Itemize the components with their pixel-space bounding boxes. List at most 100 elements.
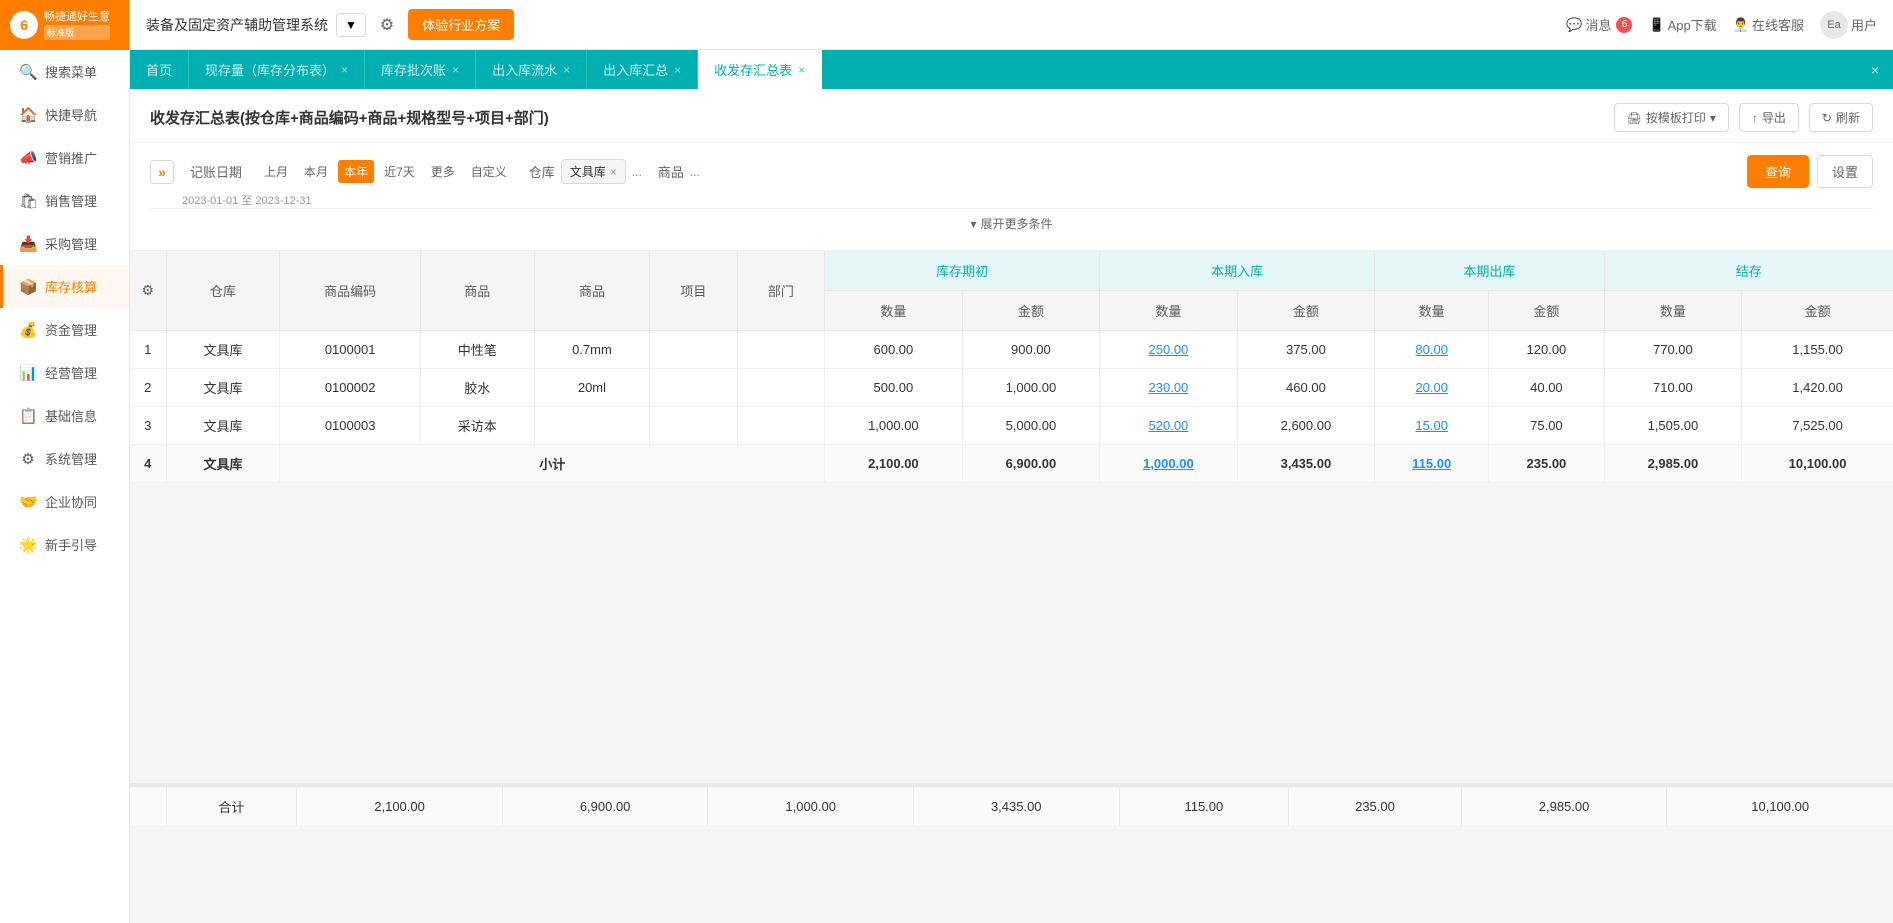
warehouse-tag-text: 文具库 [570,163,606,180]
total-label: 合计 [166,786,297,827]
cell-project [650,407,737,445]
sidebar-item-operations[interactable]: 📊 经营管理 [0,351,129,394]
quick-nav-icon: 🏠 [19,106,37,124]
cell-goods-code: 0100001 [280,331,420,369]
query-button[interactable]: 查询 [1747,155,1809,188]
cell-closing-amt: 7,525.00 [1742,407,1893,445]
tab-close-icon[interactable]: × [341,64,348,76]
date-btn-more[interactable]: 更多 [425,160,461,183]
date-btn-this-year[interactable]: 本年 [338,160,374,183]
refresh-button[interactable]: ↻ 刷新 [1809,103,1873,132]
date-btn-custom[interactable]: 自定义 [465,160,513,183]
experience-button[interactable]: 体验行业方案 [408,9,514,40]
tab-receive-send-summary[interactable]: 收发存汇总表 × [698,50,822,89]
system-selector[interactable]: ▼ [336,13,366,37]
cell-seq: 2 [130,369,166,407]
operations-icon: 📊 [19,364,37,382]
cell-closing-amt: 1,420.00 [1742,369,1893,407]
online-service-button[interactable]: 👨‍💼 在线客服 [1733,15,1804,34]
cell-warehouse: 文具库 [166,331,280,369]
print-button[interactable]: 🖨 按模板打印 ▾ [1614,103,1729,132]
cell-warehouse: 文具库 [166,407,280,445]
tab-home[interactable]: 首页 [130,50,189,89]
inventory-icon: 📦 [19,278,37,296]
messages-button[interactable]: 💬 消息 6 [1566,15,1632,34]
cell-in-qty[interactable]: 1,000.00 [1100,445,1238,483]
warehouse-tag: 文具库 × [561,159,626,184]
app-download-button[interactable]: 📱 App下载 [1648,15,1716,34]
tab-inout-summary[interactable]: 出入库汇总 × [587,50,698,89]
sidebar-item-guide[interactable]: 🌟 新手引导 [0,523,129,566]
marketing-icon: 📣 [19,149,37,167]
expand-conditions-button[interactable]: ▾ 展开更多条件 [150,208,1873,238]
sidebar-item-system[interactable]: ⚙ 系统管理 [0,437,129,480]
sidebar-item-basic-info[interactable]: 📋 基础信息 [0,394,129,437]
warehouse-more-button[interactable]: ... [632,165,642,179]
tab-inout-flow[interactable]: 出入库流水 × [476,50,587,89]
sidebar-item-sales[interactable]: 🛍 销售管理 [0,179,129,222]
table-row: 2 文具库 0100002 胶水 20ml 500.00 1,000.00 23… [130,369,1893,407]
finance-icon: 💰 [19,321,37,339]
total-opening-amt: 6,900.00 [502,786,708,827]
table-settings-icon[interactable]: ⚙ [141,282,154,299]
export-button[interactable]: ↑ 导出 [1739,103,1799,132]
th-out-amt: 金额 [1489,291,1604,331]
cell-project [650,369,737,407]
cell-in-amt: 460.00 [1237,369,1375,407]
total-closing-amt: 10,100.00 [1667,786,1893,827]
sidebar-item-inventory[interactable]: 📦 库存核算 [0,265,129,308]
data-table: ⚙ 仓库 商品编码 商品 商品 项目 部门 库存期初 本期入库 [130,251,1893,483]
user-button[interactable]: Ea 用户 [1820,11,1877,39]
th-goods-spec: 商品 [534,251,649,331]
th-goods-name: 商品 [420,251,534,331]
cell-in-qty[interactable]: 230.00 [1100,369,1238,407]
cell-in-qty[interactable]: 250.00 [1100,331,1238,369]
sidebar-item-label: 采购管理 [45,234,97,253]
cell-closing-qty: 710.00 [1604,369,1742,407]
cell-out-qty[interactable]: 80.00 [1375,331,1489,369]
sidebar-item-finance[interactable]: 💰 资金管理 [0,308,129,351]
th-in-amt: 金额 [1237,291,1375,331]
tab-label: 收发存汇总表 [714,60,792,79]
cell-closing-qty: 2,985.00 [1604,445,1742,483]
chevron-down-icon: ▾ [1710,111,1716,125]
cell-opening-qty: 600.00 [825,331,963,369]
page-header: 收发存汇总表(按仓库+商品编码+商品+规格型号+项目+部门) 🖨 按模板打印 ▾… [130,89,1893,143]
page-content: 收发存汇总表(按仓库+商品编码+商品+规格型号+项目+部门) 🖨 按模板打印 ▾… [130,89,1893,923]
warehouse-tag-close[interactable]: × [610,165,617,179]
total-out-qty: 115.00 [1119,786,1289,827]
tab-batch-account[interactable]: 库存批次账 × [365,50,476,89]
tab-inventory-distribution[interactable]: 现存量（库存分布表） × [189,50,365,89]
sidebar-item-purchase[interactable]: 📥 采购管理 [0,222,129,265]
filter-toggle-button[interactable]: » [150,160,174,184]
sidebar-item-quick-nav[interactable]: 🏠 快捷导航 [0,93,129,136]
purchase-icon: 📥 [19,235,37,253]
tab-close-icon[interactable]: × [798,64,805,76]
sidebar-item-marketing[interactable]: 📣 营销推广 [0,136,129,179]
total-closing-qty: 2,985.00 [1461,786,1667,827]
tab-bar-close-button[interactable]: × [1857,52,1893,88]
th-out-group: 本期出库 [1375,251,1604,291]
date-btn-7days[interactable]: 近7天 [378,160,421,183]
tab-close-icon[interactable]: × [452,64,459,76]
messages-badge: 6 [1616,17,1632,33]
basic-info-icon: 📋 [19,407,37,425]
goods-more-button[interactable]: ... [690,165,700,179]
settings-button[interactable]: 设置 [1817,155,1873,188]
cell-closing-amt: 10,100.00 [1742,445,1893,483]
cell-seq: 4 [130,445,166,483]
date-btn-last-month[interactable]: 上月 [258,160,294,183]
sidebar-item-search[interactable]: 🔍 搜索菜单 [0,50,129,93]
cell-in-qty[interactable]: 520.00 [1100,407,1238,445]
cell-out-qty[interactable]: 115.00 [1375,445,1489,483]
cell-project [650,331,737,369]
cell-opening-amt: 900.00 [962,331,1100,369]
cell-out-qty[interactable]: 15.00 [1375,407,1489,445]
cell-out-qty[interactable]: 20.00 [1375,369,1489,407]
tab-close-icon[interactable]: × [674,64,681,76]
tab-close-icon[interactable]: × [563,64,570,76]
date-btn-this-month[interactable]: 本月 [298,160,334,183]
total-in-amt: 3,435.00 [913,786,1119,827]
config-button[interactable]: ⚙ [374,9,400,41]
sidebar-item-enterprise[interactable]: 🤝 企业协同 [0,480,129,523]
